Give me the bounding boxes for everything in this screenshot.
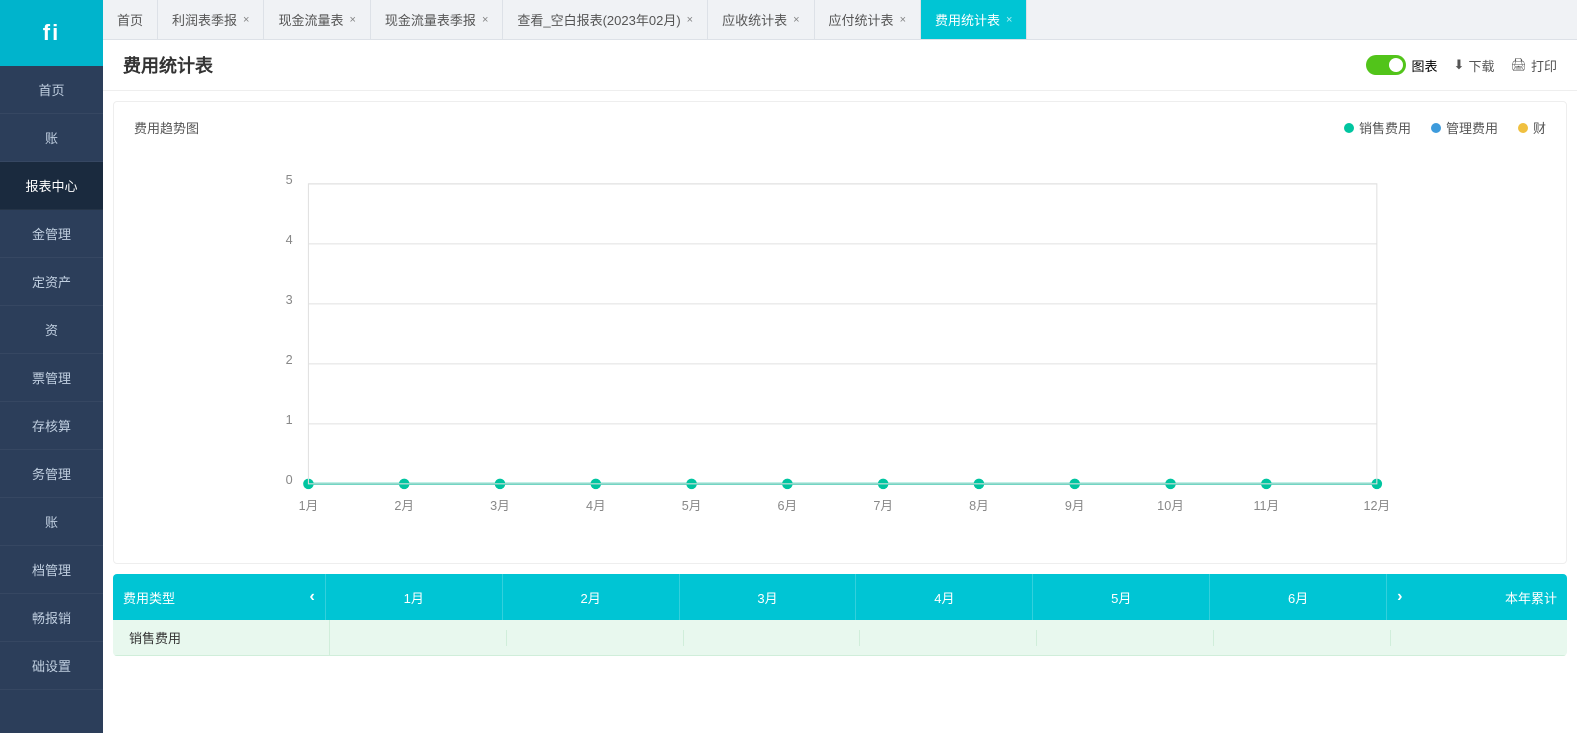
tab-profit[interactable]: 利润表季报 × — [158, 0, 264, 39]
sidebar-item-investment[interactable]: 资 — [0, 306, 103, 354]
tab-close-profit[interactable]: × — [243, 14, 249, 26]
chart-header: 费用趋势图 销售费用 管理费用 财 — [134, 118, 1546, 137]
legend-label-finance: 财 — [1533, 118, 1546, 137]
download-icon: ⬇ — [1454, 57, 1465, 73]
chart-toggle[interactable] — [1366, 55, 1406, 75]
svg-text:7月: 7月 — [873, 499, 893, 513]
legend-dot-sales — [1344, 123, 1354, 133]
svg-text:5: 5 — [286, 173, 293, 187]
td-m5 — [1037, 630, 1214, 646]
svg-text:3: 3 — [286, 293, 293, 307]
svg-text:6月: 6月 — [778, 499, 798, 513]
header-actions: 图表 ⬇ 下载 🖨 打印 — [1366, 55, 1557, 75]
td-type: 销售费用 — [113, 620, 330, 655]
trend-chart: 0 1 2 3 4 5 — [134, 147, 1546, 547]
page-header: 费用统计表 图表 ⬇ 下载 🖨 打印 — [103, 40, 1577, 91]
chart-section: 费用趋势图 销售费用 管理费用 财 — [113, 101, 1567, 564]
tab-cashflow-q[interactable]: 现金流量表季报 × — [371, 0, 503, 39]
next-month-arrow[interactable]: › — [1397, 588, 1402, 606]
content-area: 费用趋势图 销售费用 管理费用 财 — [103, 91, 1577, 733]
td-m6 — [1214, 630, 1391, 646]
prev-month-arrow[interactable]: ‹ — [310, 588, 315, 606]
table-header: 费用类型 ‹ 1月 2月 3月 4月 5月 6月 › 本年累计 — [113, 574, 1567, 620]
legend-dot-finance — [1518, 123, 1528, 133]
td-m1 — [330, 630, 507, 646]
td-m4 — [860, 630, 1037, 646]
svg-text:12月: 12月 — [1364, 499, 1391, 513]
svg-text:8月: 8月 — [969, 499, 989, 513]
legend-sales: 销售费用 — [1344, 118, 1411, 137]
table-row: 销售费用 — [113, 620, 1567, 656]
sidebar-item-file-mgmt[interactable]: 档管理 — [0, 546, 103, 594]
th-type: 费用类型 ‹ — [113, 574, 326, 620]
tab-cashflow[interactable]: 现金流量表 × — [264, 0, 370, 39]
legend-dot-admin — [1431, 123, 1441, 133]
sidebar-item-inventory[interactable]: 存核算 — [0, 402, 103, 450]
chart-title: 费用趋势图 — [134, 118, 199, 137]
tab-ap[interactable]: 应付统计表 × — [815, 0, 921, 39]
td-ytd — [1391, 630, 1567, 646]
sidebar-item-smooth[interactable]: 畅报销 — [0, 594, 103, 642]
tab-close-expense[interactable]: × — [1006, 14, 1012, 26]
legend-admin: 管理费用 — [1431, 118, 1498, 137]
sidebar-item-business[interactable]: 务管理 — [0, 450, 103, 498]
svg-text:2: 2 — [286, 353, 293, 367]
tab-close-ap[interactable]: × — [900, 14, 906, 26]
sidebar: fi 首页 账 报表中心 金管理 定资产 资 票管理 存核算 务管理 账 档管理… — [0, 0, 103, 733]
sidebar-item-invoice[interactable]: 票管理 — [0, 354, 103, 402]
print-button[interactable]: 🖨 打印 — [1510, 56, 1557, 75]
th-m1: 1月 — [326, 574, 503, 620]
chart-toggle-wrap: 图表 — [1366, 55, 1438, 75]
svg-text:9月: 9月 — [1065, 499, 1085, 513]
th-m6: 6月 — [1210, 574, 1387, 620]
sidebar-item-accounts[interactable]: 账 — [0, 498, 103, 546]
sidebar-item-capital[interactable]: 金管理 — [0, 210, 103, 258]
sidebar-item-home[interactable]: 首页 — [0, 66, 103, 114]
tab-expense[interactable]: 费用统计表 × — [921, 0, 1027, 39]
th-m3: 3月 — [680, 574, 857, 620]
sidebar-item-ledger[interactable]: 账 — [0, 114, 103, 162]
td-m3 — [684, 630, 861, 646]
tab-bar: 首页 利润表季报 × 现金流量表 × 现金流量表季报 × 查看_空白报表(202… — [103, 0, 1577, 40]
legend-label-admin: 管理费用 — [1446, 118, 1498, 137]
th-m2: 2月 — [503, 574, 680, 620]
sidebar-item-reports[interactable]: 报表中心 — [0, 162, 103, 210]
sidebar-item-fixed-assets[interactable]: 定资产 — [0, 258, 103, 306]
svg-text:10月: 10月 — [1157, 499, 1184, 513]
th-m5: 5月 — [1033, 574, 1210, 620]
svg-text:1: 1 — [286, 413, 293, 427]
td-m2 — [507, 630, 684, 646]
th-next-arrow-ytd: › 本年累计 — [1387, 574, 1567, 620]
tab-home[interactable]: 首页 — [103, 0, 158, 39]
th-m4: 4月 — [856, 574, 1033, 620]
svg-text:1月: 1月 — [299, 499, 319, 513]
table-section: 费用类型 ‹ 1月 2月 3月 4月 5月 6月 › 本年累计 销售费用 — [113, 574, 1567, 656]
svg-text:4月: 4月 — [586, 499, 606, 513]
tab-close-cashflow-q[interactable]: × — [482, 14, 488, 26]
legend-label-sales: 销售费用 — [1359, 118, 1411, 137]
logo: fi — [0, 0, 103, 66]
chart-toggle-label: 图表 — [1412, 56, 1438, 75]
legend-finance: 财 — [1518, 118, 1546, 137]
chart-legend: 销售费用 管理费用 财 — [1344, 118, 1546, 137]
chart-svg-container: 0 1 2 3 4 5 — [134, 147, 1546, 547]
page-title: 费用统计表 — [123, 52, 213, 78]
main-area: 首页 利润表季报 × 现金流量表 × 现金流量表季报 × 查看_空白报表(202… — [103, 0, 1577, 733]
tab-close-cashflow[interactable]: × — [349, 14, 355, 26]
svg-text:0: 0 — [286, 473, 293, 487]
svg-text:4: 4 — [286, 233, 293, 247]
download-button[interactable]: ⬇ 下载 — [1454, 56, 1495, 75]
print-icon: 🖨 — [1510, 57, 1527, 73]
svg-text:5月: 5月 — [682, 499, 702, 513]
tab-blank-report[interactable]: 查看_空白报表(2023年02月) × — [503, 0, 708, 39]
tab-close-blank-report[interactable]: × — [687, 14, 693, 26]
svg-text:11月: 11月 — [1253, 499, 1279, 513]
tab-ar[interactable]: 应收统计表 × — [708, 0, 814, 39]
sidebar-item-settings[interactable]: 础设置 — [0, 642, 103, 690]
tab-close-ar[interactable]: × — [793, 14, 799, 26]
svg-text:2月: 2月 — [394, 499, 414, 513]
svg-text:3月: 3月 — [490, 499, 510, 513]
